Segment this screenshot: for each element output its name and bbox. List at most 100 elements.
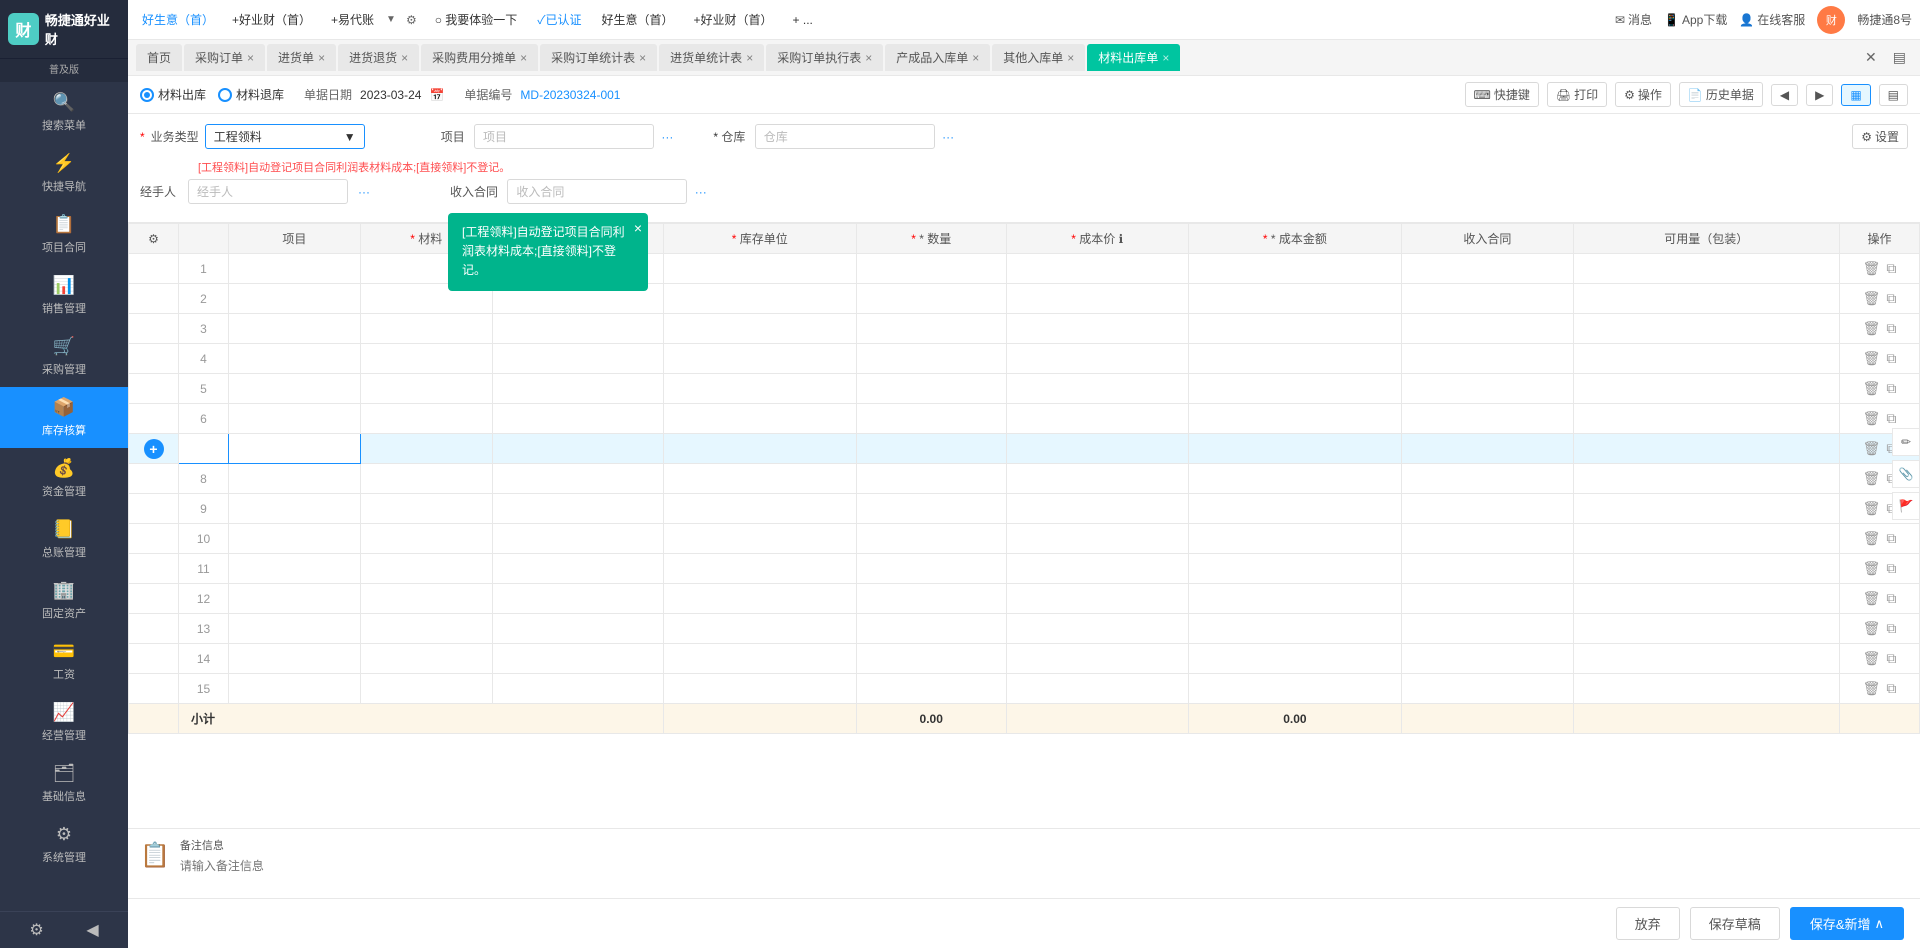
row-project-6[interactable] — [229, 404, 361, 434]
row-income-contract-4[interactable] — [1402, 344, 1573, 374]
topbar-extra-2[interactable]: +好业财（首） — [686, 9, 781, 30]
discard-button[interactable]: 放弃 — [1616, 907, 1680, 940]
project-input[interactable]: 项目 — [474, 124, 654, 149]
row-delete-5[interactable]: 🗑 — [1863, 380, 1881, 397]
row-qty-6[interactable] — [856, 404, 1006, 434]
row-project-5[interactable] — [229, 374, 361, 404]
row-usable-qty-6[interactable] — [1573, 404, 1839, 434]
row-project-4[interactable] — [229, 344, 361, 374]
row-income-9[interactable] — [1402, 494, 1573, 524]
handler-input[interactable]: 经手人 — [188, 179, 348, 204]
row-project-1[interactable] — [229, 254, 361, 284]
float-attach-btn[interactable]: 📎 — [1892, 460, 1920, 488]
row-unit-6[interactable] — [664, 404, 857, 434]
sidebar-item-shortcut[interactable]: ⚡ 快捷导航 — [0, 143, 128, 204]
float-edit-btn[interactable]: ✏ — [1892, 428, 1920, 456]
row-unit-2[interactable] — [664, 284, 857, 314]
row-u-10[interactable] — [664, 524, 857, 554]
row-copy-10[interactable]: ⧉ — [1886, 530, 1896, 547]
notes-input[interactable] — [180, 857, 1908, 885]
row-cell-d[interactable] — [856, 434, 1006, 464]
tab-purchase-stats[interactable]: 采购订单统计表 × — [540, 44, 657, 71]
table-settings-icon[interactable]: ⚙ — [148, 232, 159, 246]
number-value[interactable]: MD-20230324-001 — [520, 88, 620, 102]
row-delete-3[interactable]: 🗑 — [1863, 320, 1881, 337]
sidebar-item-search[interactable]: 🔍 搜索菜单 — [0, 82, 128, 143]
row-material-9[interactable] — [360, 494, 492, 524]
row-delete-active[interactable]: 🗑 — [1863, 440, 1881, 457]
topbar-message[interactable]: ✉ 消息 — [1615, 11, 1652, 28]
sidebar-item-finance[interactable]: 💰 资金管理 — [0, 448, 128, 509]
row-copy-11[interactable]: ⧉ — [1886, 560, 1896, 577]
row-qty-3[interactable] — [856, 314, 1006, 344]
col-cost-info-icon[interactable]: ℹ — [1119, 232, 1124, 246]
row-cost-amount-2[interactable] — [1188, 284, 1402, 314]
topbar-app[interactable]: 📱 App下载 — [1664, 11, 1727, 28]
row-material-5[interactable] — [360, 374, 492, 404]
row-cost-amount-5[interactable] — [1188, 374, 1402, 404]
tab-material-out[interactable]: 材料出库单 × — [1087, 44, 1180, 71]
row-qty-9[interactable] — [856, 494, 1006, 524]
row-copy-12[interactable]: ⧉ — [1886, 590, 1896, 607]
row-cell-c[interactable] — [664, 434, 857, 464]
row-spec-3[interactable] — [492, 314, 663, 344]
sidebar-item-purchase[interactable]: 🛒 采购管理 — [0, 326, 128, 387]
row-cost-amount-9[interactable] — [1188, 494, 1402, 524]
row-delete-9[interactable]: 🗑 — [1863, 500, 1881, 517]
save-draft-button[interactable]: 保存草稿 — [1690, 907, 1780, 940]
row-spec-6[interactable] — [492, 404, 663, 434]
radio-material-out[interactable]: 材料出库 — [140, 86, 206, 103]
sidebar-item-ledger[interactable]: 📒 总账管理 — [0, 509, 128, 570]
row-unit-3[interactable] — [664, 314, 857, 344]
row-usable-qty-2[interactable] — [1573, 284, 1839, 314]
topbar-extra-1[interactable]: 好生意（首） — [594, 9, 682, 30]
topbar-dropdown-arrow[interactable]: ▼ — [386, 14, 396, 25]
tab-goods-return[interactable]: 进货退货 × — [338, 44, 419, 71]
row-delete-2[interactable]: 🗑 — [1863, 290, 1881, 307]
history-btn[interactable]: 📄 历史单据 — [1679, 82, 1763, 107]
operations-btn[interactable]: ⚙ 操作 — [1615, 82, 1671, 107]
row-s-10[interactable] — [492, 524, 663, 554]
row-cost-2[interactable] — [1006, 284, 1188, 314]
row-qty-2[interactable] — [856, 284, 1006, 314]
row-copy-3[interactable]: ⧉ — [1886, 320, 1896, 337]
topbar-nav-yidaizhang[interactable]: +易代账 — [323, 9, 382, 30]
tab-material-out-close[interactable]: × — [1162, 51, 1169, 65]
row-cost-1[interactable] — [1006, 254, 1188, 284]
row-material-4[interactable] — [360, 344, 492, 374]
row-income-contract-5[interactable] — [1402, 374, 1573, 404]
row-usable-qty-3[interactable] — [1573, 314, 1839, 344]
row-spec-5[interactable] — [492, 374, 663, 404]
tab-purchase-expense-close[interactable]: × — [520, 51, 527, 65]
shortcut-key-btn[interactable]: ⌨ 快捷键 — [1465, 82, 1539, 107]
sidebar-collapse-btn[interactable]: ◀ — [86, 920, 98, 940]
row-delete-8[interactable]: 🗑 — [1863, 470, 1881, 487]
tooltip-close-btn[interactable]: × — [634, 217, 642, 239]
row-unit-8[interactable] — [664, 464, 857, 494]
list-view-btn[interactable]: ▤ — [1879, 84, 1908, 106]
row-project-8[interactable] — [229, 464, 361, 494]
row-delete-11[interactable]: 🗑 — [1863, 560, 1881, 577]
row-p-10[interactable] — [229, 524, 361, 554]
row-material-3[interactable] — [360, 314, 492, 344]
sidebar-item-inventory[interactable]: 📦 库存核算 — [0, 387, 128, 448]
row-usable-qty-8[interactable] — [1573, 464, 1839, 494]
row-cost-amount-8[interactable] — [1188, 464, 1402, 494]
tab-purchase-expense[interactable]: 采购费用分摊单 × — [421, 44, 538, 71]
next-btn[interactable]: ▶ — [1806, 84, 1833, 106]
row-cost-amount-1[interactable] — [1188, 254, 1402, 284]
sidebar-item-ops[interactable]: 📈 经营管理 — [0, 692, 128, 753]
tab-goods-in-close[interactable]: × — [318, 51, 325, 65]
topbar-username[interactable]: 畅捷通8号 — [1857, 11, 1912, 28]
row-material-8[interactable] — [360, 464, 492, 494]
row-ca-10[interactable] — [1188, 524, 1402, 554]
row-copy-14[interactable]: ⧉ — [1886, 650, 1896, 667]
row-cost-9[interactable] — [1006, 494, 1188, 524]
warehouse-dots[interactable]: ··· — [938, 128, 958, 146]
sidebar-settings-btn[interactable]: ⚙ — [29, 920, 43, 940]
float-flag-btn[interactable]: 🚩 — [1892, 492, 1920, 520]
row-income-contract-3[interactable] — [1402, 314, 1573, 344]
row-cell-g[interactable] — [1402, 434, 1573, 464]
row-cell-a[interactable] — [360, 434, 492, 464]
row-uq-10[interactable] — [1573, 524, 1839, 554]
